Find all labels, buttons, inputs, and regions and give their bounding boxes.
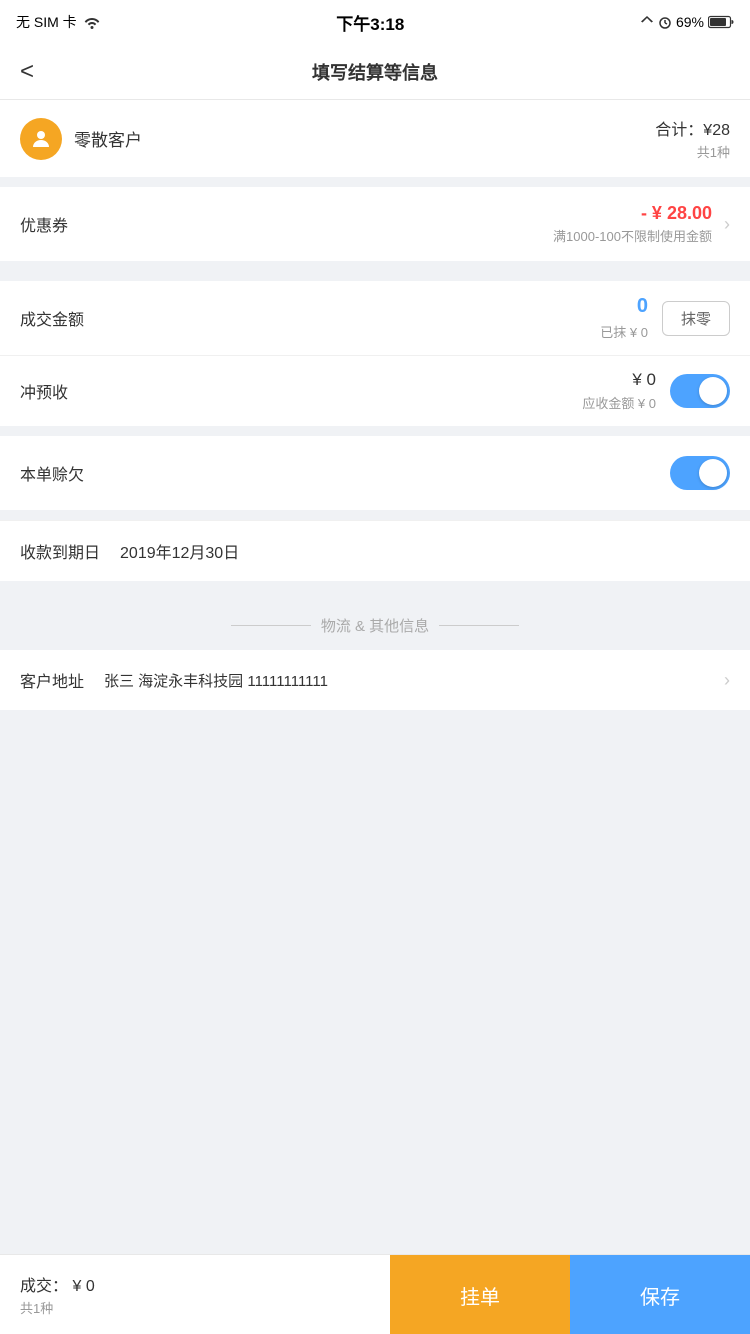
logistics-header: 物流 & 其他信息 [0,601,750,650]
due-date-label: 收款到期日 [20,539,100,563]
address-label: 客户地址 [20,668,84,692]
address-value: 张三 海淀永丰科技园 11111111111 [104,670,698,691]
bottom-deal: 成交： ¥ 0 [20,1272,390,1296]
deal-amount-label: 成交金额 [20,306,84,330]
sep2 [0,426,750,436]
due-date-value: 2019年12月30日 [120,539,239,563]
nav-bar: < 填写结算等信息 [0,44,750,100]
status-left: 无 SIM 卡 [16,12,101,32]
round-btn[interactable]: 抹零 [662,301,730,336]
toggle-knob [699,377,727,405]
total-count: 共1种 [655,142,730,161]
deal-number: 0 [637,295,648,317]
avatar [20,118,62,160]
debit-toggle-knob [699,459,727,487]
address-row[interactable]: 客户地址 张三 海淀永丰科技园 11111111111 › [0,650,750,710]
status-bar: 无 SIM 卡 下午3:18 69% [0,0,750,44]
hang-button[interactable]: 挂单 [390,1255,570,1334]
debit-toggle[interactable] [670,456,730,490]
alarm-icon [658,15,672,29]
debit-label: 本单赊欠 [20,461,84,485]
coupon-label: 优惠券 [20,212,68,236]
address-chevron: › [724,670,730,691]
coupon-section[interactable]: 优惠券 - ¥ 28.00 满1000-100不限制使用金额 › [0,187,750,261]
prepay-toggle[interactable] [670,374,730,408]
coupon-chevron: › [724,214,730,235]
coupon-right: - ¥ 28.00 满1000-100不限制使用金额 › [553,203,730,245]
logistics-title-text: 物流 & 其他信息 [321,615,429,636]
battery-icon [708,15,734,29]
coupon-value: - ¥ 28.00 [553,203,712,224]
prepay-right: ¥ 0 应收金额 ¥ 0 [582,370,730,412]
customer-info: 零散客户 [20,118,142,160]
prepay-sub: 应收金额 ¥ 0 [582,393,656,412]
coupon-sub: 满1000-100不限制使用金额 [553,226,712,245]
save-button[interactable]: 保存 [570,1255,750,1334]
prepay-values: ¥ 0 应收金额 ¥ 0 [582,370,656,412]
sep3 [0,591,750,601]
bottom-deal-value: ¥ 0 [72,1278,94,1295]
prepay-label: 冲预收 [20,379,68,403]
bottom-count: 共1种 [20,1298,390,1317]
sep1 [0,271,750,281]
status-right: 69% [640,14,734,30]
battery-percent: 69% [676,14,704,30]
wifi-icon [83,15,101,29]
empty-area [0,720,750,920]
customer-row: 零散客户 合计：¥28 共1种 [0,100,750,177]
bottom-bar: 成交： ¥ 0 共1种 挂单 保存 [0,1254,750,1334]
customer-name: 零散客户 [74,126,142,151]
deal-amount-row: 成交金额 0 已抹 ¥ 0 抹零 [0,281,750,356]
prepay-row: 冲预收 ¥ 0 应收金额 ¥ 0 [0,356,750,426]
deal-amount-right: 0 已抹 ¥ 0 抹零 [600,295,730,341]
bottom-deal-label: 成交： [20,1278,68,1295]
no-sim-text: 无 SIM 卡 [16,12,77,32]
bottom-info: 成交： ¥ 0 共1种 [0,1255,390,1334]
location-icon [640,15,654,29]
status-time: 下午3:18 [336,10,404,35]
content: 零散客户 合计：¥28 共1种 优惠券 - ¥ 28.00 满1000-100不… [0,100,750,1000]
due-date-row[interactable]: 收款到期日 2019年12月30日 [0,520,750,581]
deal-sub: 已抹 ¥ 0 [600,322,648,341]
customer-total: 合计：¥28 共1种 [655,116,730,161]
debit-row: 本单赊欠 [0,436,750,510]
prepay-amount: ¥ 0 [582,370,656,390]
total-price: 合计：¥28 [655,116,730,140]
logistics-title: 物流 & 其他信息 [20,615,730,636]
back-button[interactable]: < [20,58,34,86]
page-title: 填写结算等信息 [312,59,438,85]
